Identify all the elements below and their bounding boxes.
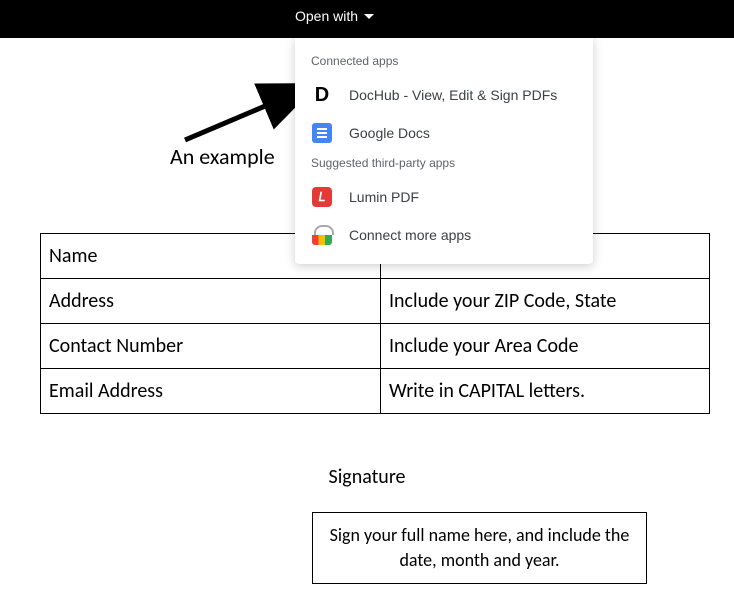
open-with-dropdown: Connected apps D DocHub - View, Edit & S… xyxy=(295,38,593,264)
google-docs-icon xyxy=(311,122,333,144)
table-cell-label: Email Address xyxy=(41,369,381,414)
menu-item-google-docs[interactable]: Google Docs xyxy=(295,114,593,152)
menu-item-dochub[interactable]: D DocHub - View, Edit & Sign PDFs xyxy=(295,76,593,114)
menu-item-connect-more[interactable]: Connect more apps xyxy=(295,216,593,254)
table-row: Contact Number Include your Area Code xyxy=(41,324,710,369)
table-cell-label: Contact Number xyxy=(41,324,381,369)
connect-apps-icon xyxy=(311,224,333,246)
signature-instruction-box: Sign your full name here, and include th… xyxy=(312,512,647,584)
signature-title: Signature xyxy=(0,465,734,489)
menu-item-label: Google Docs xyxy=(349,125,430,141)
table-row: Email Address Write in CAPITAL letters. xyxy=(41,369,710,414)
open-with-label: Open with xyxy=(295,8,358,24)
dochub-icon: D xyxy=(311,84,333,106)
section-suggested-apps: Suggested third-party apps xyxy=(295,152,593,178)
topbar: Open with xyxy=(0,0,734,38)
table-cell-hint: Include your ZIP Code, State xyxy=(381,279,710,324)
lumin-pdf-icon: 𝘓 xyxy=(311,186,333,208)
menu-item-label: Connect more apps xyxy=(349,227,471,243)
menu-item-lumin[interactable]: 𝘓 Lumin PDF xyxy=(295,178,593,216)
section-connected-apps: Connected apps xyxy=(295,50,593,76)
caret-down-icon xyxy=(364,14,374,19)
table-cell-hint: Include your Area Code xyxy=(381,324,710,369)
table-cell-hint: Write in CAPITAL letters. xyxy=(381,369,710,414)
menu-item-label: DocHub - View, Edit & Sign PDFs xyxy=(349,87,557,103)
menu-item-label: Lumin PDF xyxy=(349,189,419,205)
table-cell-label: Address xyxy=(41,279,381,324)
open-with-button[interactable]: Open with xyxy=(295,8,374,24)
table-row: Address Include your ZIP Code, State xyxy=(41,279,710,324)
